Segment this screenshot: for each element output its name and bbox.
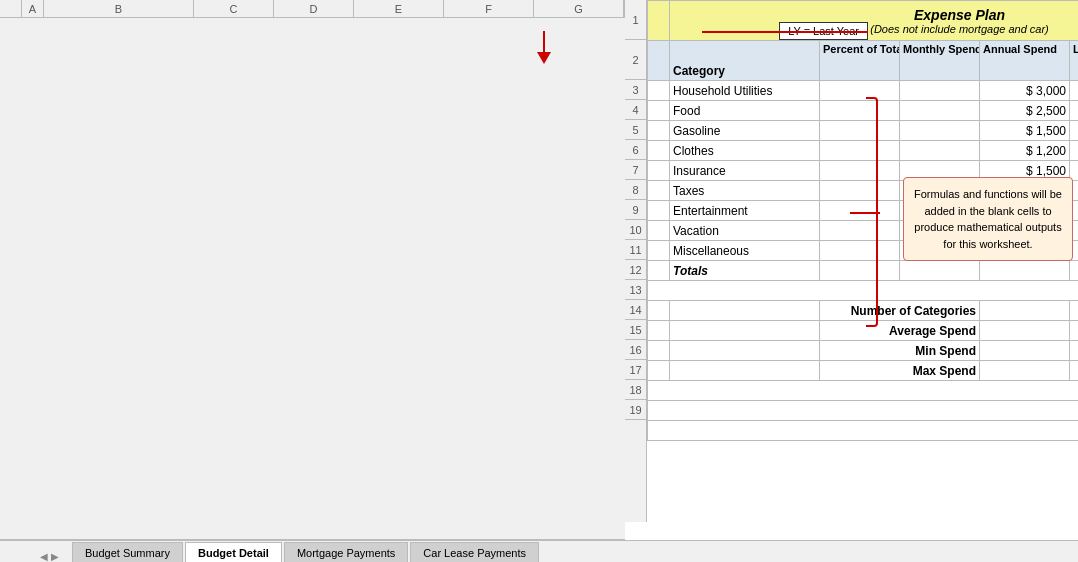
tabs-bar: ◀ ▶ Budget Summary Budget Detail Mortgag… — [0, 540, 1078, 562]
summary-row-categories: Number of Categories — [648, 301, 1079, 321]
category-header: Category — [670, 41, 820, 81]
category-household: Household Utilities — [670, 81, 820, 101]
row-num-5: 5 — [625, 120, 646, 140]
annual-gasoline: $ 1,500 — [980, 121, 1070, 141]
ly-food: $ 2,250 — [1070, 101, 1079, 121]
ly-arrow — [537, 52, 551, 64]
col-header-F: F — [444, 0, 534, 18]
column-headers-row: Category Percent of Total Monthly Spend … — [648, 41, 1079, 81]
totals-row: Totals — [648, 261, 1079, 281]
col-header-D: D — [274, 0, 354, 18]
row-num-17: 17 — [625, 360, 646, 380]
annual-food: $ 2,500 — [980, 101, 1070, 121]
max-spend-label: Max Spend — [820, 361, 980, 381]
annotation-text: Formulas and functions will be added in … — [903, 177, 1073, 261]
col-header-G: G — [534, 0, 624, 18]
table-row: Gasoline $ 1,500 $ 1,200 — [648, 121, 1079, 141]
blank-row-18 — [648, 401, 1079, 421]
row-num-2: 2 — [625, 40, 646, 80]
connector-line-h — [702, 31, 868, 33]
table-row: Household Utilities $ 3,000 $ 3,000 — [648, 81, 1079, 101]
category-clothes: Clothes — [670, 141, 820, 161]
row-num-18: 18 — [625, 380, 646, 400]
blank-row-19 — [648, 421, 1079, 441]
ly-household: $ 3,000 — [1070, 81, 1079, 101]
row-num-9: 9 — [625, 200, 646, 220]
col-header-B: B — [44, 0, 194, 18]
summary-row-average: Average Spend — [648, 321, 1079, 341]
row-num-8: 8 — [625, 180, 646, 200]
avg-spend-label: Average Spend — [820, 321, 980, 341]
annual-spend-header: Annual Spend — [980, 41, 1070, 81]
col-header-E: E — [354, 0, 444, 18]
table-row: Food $ 2,500 $ 2,250 — [648, 101, 1079, 121]
connector-line-v — [543, 31, 545, 53]
summary-row-min: Min Spend — [648, 341, 1079, 361]
category-gasoline: Gasoline — [670, 121, 820, 141]
row-num-19: 19 — [625, 400, 646, 420]
ly-spend-header: LY Spend — [1070, 41, 1079, 81]
row-num-15: 15 — [625, 320, 646, 340]
percent-total-header: Percent of Total — [820, 41, 900, 81]
row-num-16: 16 — [625, 340, 646, 360]
tab-car-lease[interactable]: Car Lease Payments — [410, 542, 539, 562]
tab-budget-detail[interactable]: Budget Detail — [185, 542, 282, 562]
blank-row-17 — [648, 381, 1079, 401]
tab-nav-right[interactable]: ▶ — [51, 551, 59, 562]
ly-clothes: $ 1,000 — [1070, 141, 1079, 161]
row-num-6: 6 — [625, 140, 646, 160]
col-header-C: C — [194, 0, 274, 18]
row-num-3: 3 — [625, 80, 646, 100]
spreadsheet-title-main: Expense Plan — [673, 7, 1078, 23]
row-headers: 1 2 3 4 5 6 7 8 9 10 11 12 13 14 15 16 1… — [625, 0, 647, 522]
category-insurance: Insurance — [670, 161, 820, 181]
ly-gasoline: $ 1,200 — [1070, 121, 1079, 141]
table-row: Clothes $ 1,200 $ 1,000 — [648, 141, 1079, 161]
num-categories-label: Number of Categories — [820, 301, 980, 321]
category-taxes: Taxes — [670, 181, 820, 201]
row-num-13: 13 — [625, 280, 646, 300]
category-vacation: Vacation — [670, 221, 820, 241]
row-num-4: 4 — [625, 100, 646, 120]
row-num-1: 1 — [625, 0, 646, 40]
category-misc: Miscellaneous — [670, 241, 820, 261]
row-num-10: 10 — [625, 220, 646, 240]
tab-mortgage-payments[interactable]: Mortgage Payments — [284, 542, 408, 562]
annual-household: $ 3,000 — [980, 81, 1070, 101]
tab-budget-summary[interactable]: Budget Summary — [72, 542, 183, 562]
blank-row-13 — [648, 281, 1079, 301]
row-num-7: 7 — [625, 160, 646, 180]
row-num-11: 11 — [625, 240, 646, 260]
row-num-12: 12 — [625, 260, 646, 280]
annual-clothes: $ 1,200 — [980, 141, 1070, 161]
summary-row-max: Max Spend — [648, 361, 1079, 381]
tab-nav-left[interactable]: ◀ — [40, 551, 48, 562]
monthly-spend-header: Monthly Spend — [900, 41, 980, 81]
totals-label: Totals — [670, 261, 820, 281]
row-num-14: 14 — [625, 300, 646, 320]
category-entertainment: Entertainment — [670, 201, 820, 221]
min-spend-label: Min Spend — [820, 341, 980, 361]
category-food: Food — [670, 101, 820, 121]
col-header-A: A — [22, 0, 44, 18]
